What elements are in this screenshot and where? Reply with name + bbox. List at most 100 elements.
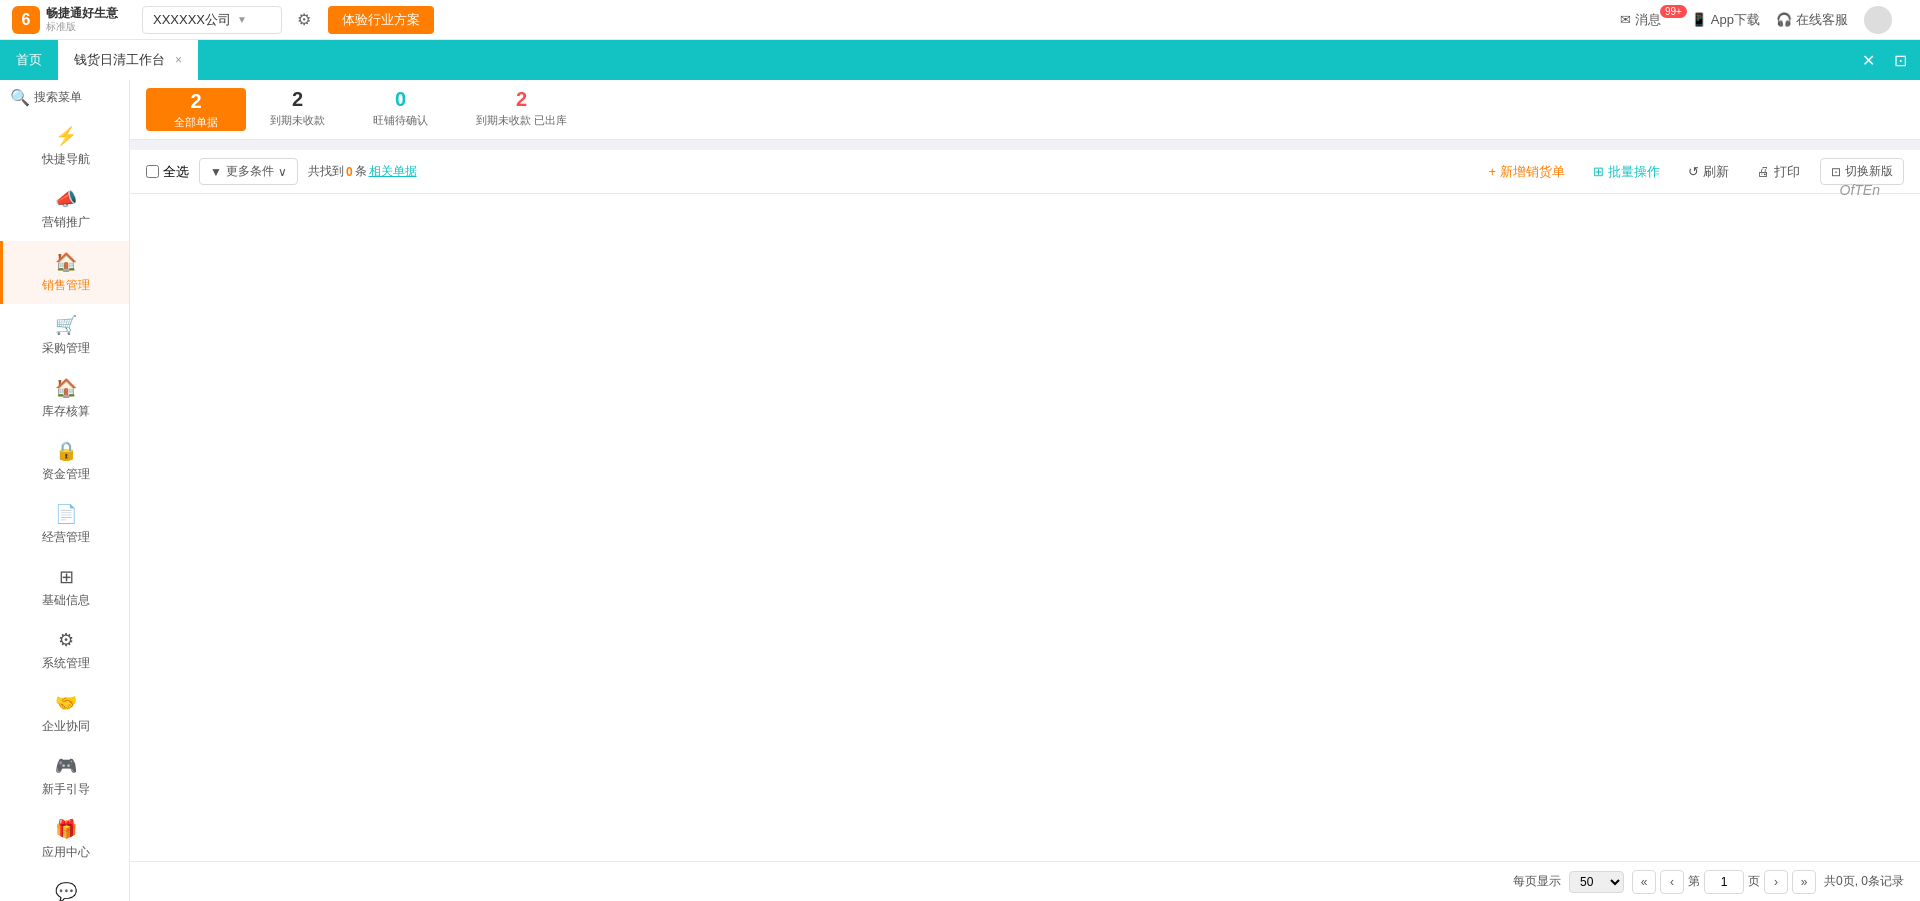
- new-sale-label: 新增销货单: [1500, 163, 1565, 181]
- content-area: 2 全部单据 2 到期未收款 0 旺铺待确认 2 到期未收款 已出库 全选: [130, 80, 1920, 901]
- found-link[interactable]: 相关单据: [369, 163, 417, 180]
- prev-page-button[interactable]: ‹: [1660, 870, 1684, 894]
- tab-active[interactable]: 钱货日清工作台 ×: [58, 40, 198, 80]
- filter-label: 更多条件: [226, 163, 274, 180]
- refresh-icon: ↺: [1688, 164, 1699, 179]
- basic-icon: ⊞: [59, 566, 74, 588]
- found-count: 0: [346, 165, 353, 179]
- sidebar: 🔍 搜索菜单 ⚡ 快捷导航 📣 营销推广 🏠 销售管理 🛒 采购管理 🏠 库存核…: [0, 80, 130, 901]
- found-result: 共找到 0 条 相关单据: [308, 163, 417, 180]
- sidebar-item-caigouguanli[interactable]: 🛒 采购管理: [0, 304, 129, 367]
- batch-icon: ⊞: [1593, 164, 1604, 179]
- try-industry-button[interactable]: 体验行业方案: [328, 6, 434, 34]
- print-button[interactable]: 🖨 打印: [1749, 159, 1808, 185]
- window-close-button[interactable]: ✕: [1856, 48, 1880, 72]
- avatar[interactable]: [1864, 6, 1892, 34]
- footer-pagination: 每页显示 50 100 « ‹ 第 页 › » 共0页, 0条记录: [130, 861, 1920, 901]
- sidebar-label: 企业协同: [42, 718, 90, 735]
- often-text: OfTEn: [1840, 182, 1880, 198]
- select-all-label: 全选: [163, 163, 189, 181]
- sidebar-label: 销售管理: [42, 277, 90, 294]
- sidebar-item-kucunhesuan[interactable]: 🏠 库存核算: [0, 367, 129, 430]
- select-all-input[interactable]: [146, 165, 159, 178]
- app-download-label: App下载: [1711, 11, 1760, 29]
- tab-home[interactable]: 首页: [0, 40, 58, 80]
- guide-icon: 🎮: [55, 755, 77, 777]
- purchase-icon: 🛒: [55, 314, 77, 336]
- company-name: XXXXXX公司: [153, 11, 231, 29]
- page-size-select[interactable]: 50 100: [1569, 871, 1624, 893]
- table-area: [130, 194, 1920, 861]
- stats-overdue-shipped-count: 2: [516, 88, 527, 111]
- sidebar-search-label: 搜索菜单: [34, 89, 82, 106]
- sidebar-label: 库存核算: [42, 403, 90, 420]
- search-icon: 🔍: [10, 88, 30, 107]
- wechat-icon: 💬: [55, 881, 77, 901]
- stats-wangpu-label: 旺铺待确认: [373, 113, 428, 128]
- sidebar-item-kuaijiedaohang[interactable]: ⚡ 快捷导航: [0, 115, 129, 178]
- operations-icon: 📄: [55, 503, 77, 525]
- page-number-input[interactable]: [1704, 870, 1744, 894]
- batch-operation-button[interactable]: ⊞ 批量操作: [1585, 159, 1668, 185]
- tab-close-icon[interactable]: ×: [175, 53, 182, 67]
- logo-sub: 标准版: [46, 21, 118, 33]
- system-icon: ⚙: [58, 629, 74, 651]
- page-size-label: 每页显示: [1513, 873, 1561, 890]
- message-icon: ✉: [1620, 12, 1631, 27]
- switch-label: 切换新版: [1845, 163, 1893, 180]
- refresh-label: 刷新: [1703, 163, 1729, 181]
- stats-tab-all[interactable]: 2 全部单据: [146, 88, 246, 131]
- sidebar-item-xiaoshouguanli[interactable]: 🏠 销售管理: [0, 241, 129, 304]
- sidebar-item-yingyongzhongxin[interactable]: 🎁 应用中心: [0, 808, 129, 871]
- app-download-button[interactable]: 📱 App下载: [1691, 11, 1760, 29]
- batch-label: 批量操作: [1608, 163, 1660, 181]
- sidebar-item-qiyeweixin[interactable]: 💬 企业微信: [0, 871, 129, 901]
- header-right: ✉ 消息 99+ 📱 App下载 🎧 在线客服: [1620, 6, 1908, 34]
- main-layout: 🔍 搜索菜单 ⚡ 快捷导航 📣 营销推广 🏠 销售管理 🛒 采购管理 🏠 库存核…: [0, 80, 1920, 901]
- tab-bar-actions: ✕ ⊡: [1856, 40, 1920, 80]
- logo-main: 畅捷通好生意: [46, 6, 118, 20]
- sidebar-item-zijinguanli[interactable]: 🔒 资金管理: [0, 430, 129, 493]
- top-header: 6 畅捷通好生意 标准版 XXXXXX公司 ▼ ⚙ 体验行业方案 ✉ 消息 99…: [0, 0, 1920, 40]
- stats-tab-overdue[interactable]: 2 到期未收款: [246, 80, 349, 139]
- stats-tab-wangpu[interactable]: 0 旺铺待确认: [349, 80, 452, 139]
- switch-version-button[interactable]: ⊡ 切换新版: [1820, 158, 1904, 185]
- refresh-button[interactable]: ↺ 刷新: [1680, 159, 1737, 185]
- service-icon: 🎧: [1776, 12, 1792, 27]
- window-maximize-button[interactable]: ⊡: [1888, 48, 1912, 72]
- settings-button[interactable]: ⚙: [290, 6, 318, 34]
- sidebar-label: 系统管理: [42, 655, 90, 672]
- found-unit: 条: [355, 163, 367, 180]
- sidebar-item-jingyingguanli[interactable]: 📄 经营管理: [0, 493, 129, 556]
- sidebar-item-xitongguanli[interactable]: ⚙ 系统管理: [0, 619, 129, 682]
- stats-tabs: 2 全部单据 2 到期未收款 0 旺铺待确认 2 到期未收款 已出库: [130, 80, 1920, 140]
- app-icon: 📱: [1691, 12, 1707, 27]
- select-all-checkbox[interactable]: 全选: [146, 163, 189, 181]
- sidebar-item-xinshouyindao[interactable]: 🎮 新手引导: [0, 745, 129, 808]
- sidebar-search[interactable]: 🔍 搜索菜单: [0, 80, 129, 115]
- message-button[interactable]: ✉ 消息 99+: [1620, 11, 1675, 29]
- service-label: 在线客服: [1796, 11, 1848, 29]
- print-icon: 🖨: [1757, 164, 1770, 179]
- more-filter-button[interactable]: ▼ 更多条件 ∨: [199, 158, 298, 185]
- funds-icon: 🔒: [55, 440, 77, 462]
- sidebar-label: 资金管理: [42, 466, 90, 483]
- stats-overdue-label: 到期未收款: [270, 113, 325, 128]
- last-page-button[interactable]: »: [1792, 870, 1816, 894]
- company-selector[interactable]: XXXXXX公司 ▼: [142, 6, 282, 34]
- sidebar-label: 应用中心: [42, 844, 90, 861]
- new-sale-icon: +: [1488, 164, 1496, 179]
- sidebar-item-yingxiaotuiguang[interactable]: 📣 营销推广: [0, 178, 129, 241]
- stats-tab-overdue-shipped[interactable]: 2 到期未收款 已出库: [452, 80, 591, 139]
- first-page-button[interactable]: «: [1632, 870, 1656, 894]
- new-sale-button[interactable]: + 新增销货单: [1480, 159, 1573, 185]
- logo-text: 畅捷通好生意 标准版: [46, 6, 118, 32]
- inventory-icon: 🏠: [55, 377, 77, 399]
- next-page-button[interactable]: ›: [1764, 870, 1788, 894]
- sidebar-item-qiyexietong[interactable]: 🤝 企业协同: [0, 682, 129, 745]
- logo-area: 6 畅捷通好生意 标准版: [12, 6, 142, 34]
- company-arrow-icon: ▼: [237, 14, 247, 25]
- page-navigation: « ‹ 第 页 › »: [1632, 870, 1816, 894]
- online-service-button[interactable]: 🎧 在线客服: [1776, 11, 1848, 29]
- sidebar-item-jichuxinxi[interactable]: ⊞ 基础信息: [0, 556, 129, 619]
